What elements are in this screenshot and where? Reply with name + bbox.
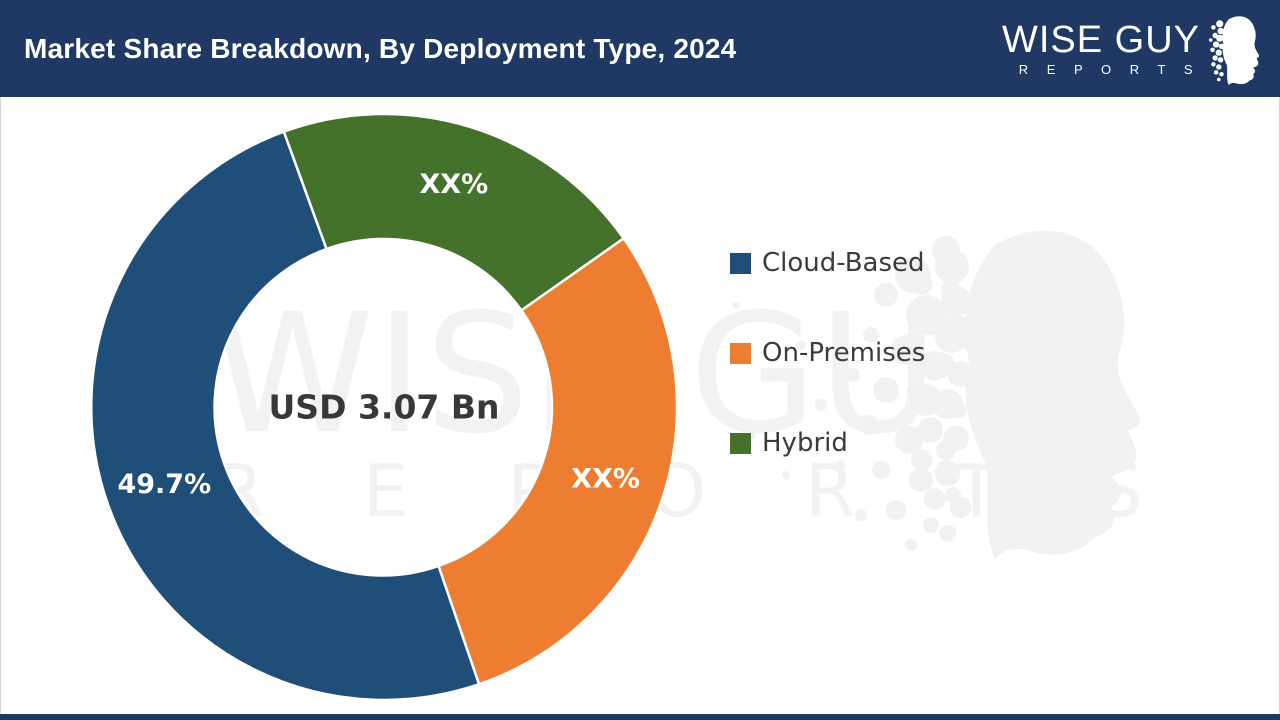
donut-chart: XX% XX% 49.7% (90, 112, 679, 702)
donut-segment-label: XX% (419, 169, 488, 200)
donut-segment-label: XX% (571, 463, 640, 494)
wise-guy-face-icon (1208, 12, 1262, 86)
chart-panel: WISE GUY R E P O R T S XX% XX% 49.7% USD 3… (0, 97, 1280, 714)
footer-bar (0, 714, 1280, 720)
legend-swatch-on-premises (730, 342, 751, 364)
legend: Cloud-Based On-Premises Hybrid (730, 248, 925, 522)
logo-text: WISE GUY R E P O R T S (1002, 21, 1200, 76)
header: Market Share Breakdown, By Deployment Ty… (0, 0, 1280, 97)
legend-item-on-premises: On-Premises (730, 338, 925, 368)
donut-segment-label: 49.7% (117, 469, 211, 500)
logo-wordmark: WISE GUY (1001, 19, 1200, 61)
donut-center-value: USD 3.07 Bn (268, 387, 500, 427)
legend-label: On-Premises (762, 338, 926, 368)
page-title: Market Share Breakdown, By Deployment Ty… (24, 32, 737, 64)
legend-label: Cloud-Based (762, 248, 925, 278)
logo-subtext: R E P O R T S (1018, 62, 1200, 77)
wise-guy-logo: WISE GUY R E P O R T S (1002, 12, 1262, 86)
legend-item-hybrid: Hybrid (730, 428, 925, 458)
legend-swatch-hybrid (730, 432, 751, 454)
donut-segment-on-premises (437, 237, 679, 686)
legend-swatch-cloud-based (730, 252, 751, 274)
legend-label: Hybrid (762, 428, 848, 458)
legend-item-cloud-based: Cloud-Based (730, 248, 925, 278)
